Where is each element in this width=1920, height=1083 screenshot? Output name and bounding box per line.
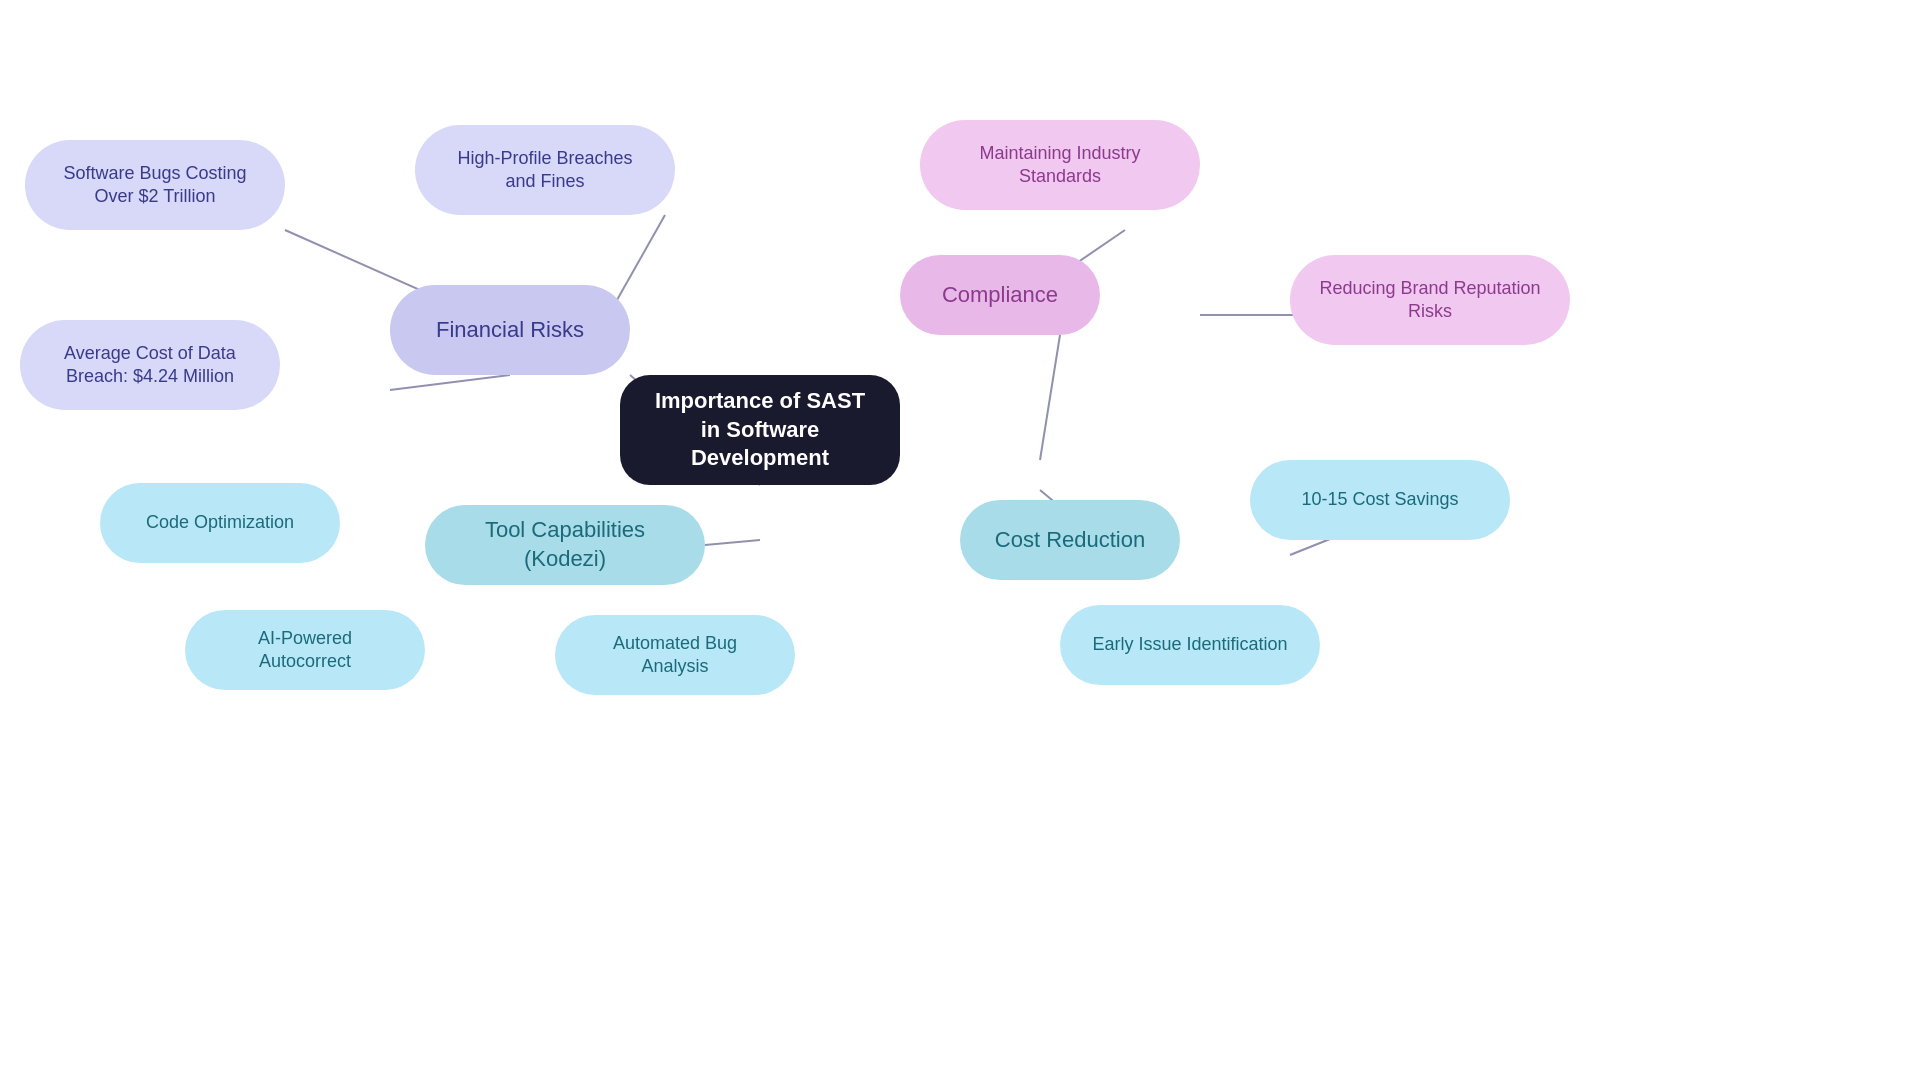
early-issue-node: Early Issue Identification — [1060, 605, 1320, 685]
maintaining-label: Maintaining Industry Standards — [948, 142, 1172, 189]
financial-label: Financial Risks — [436, 316, 584, 345]
cost-reduction-label: Cost Reduction — [995, 526, 1145, 555]
cost-reduction-node: Cost Reduction — [960, 500, 1180, 580]
code-optimization-node: Code Optimization — [100, 483, 340, 563]
center-node: Importance of SAST in Software Developme… — [620, 375, 900, 485]
avg-cost-node: Average Cost of Data Breach: $4.24 Milli… — [20, 320, 280, 410]
auto-bug-node: Automated Bug Analysis — [555, 615, 795, 695]
avg-cost-label: Average Cost of Data Breach: $4.24 Milli… — [48, 342, 252, 389]
brand-reputation-node: Reducing Brand Reputation Risks — [1290, 255, 1570, 345]
auto-bug-label: Automated Bug Analysis — [583, 632, 767, 679]
svg-line-4 — [1040, 335, 1060, 460]
tool-capabilities-node: Tool Capabilities (Kodezi) — [425, 505, 705, 585]
ai-autocorrect-node: AI-Powered Autocorrect — [185, 610, 425, 690]
brand-rep-label: Reducing Brand Reputation Risks — [1318, 277, 1542, 324]
cost-savings-node: 10-15 Cost Savings — [1250, 460, 1510, 540]
software-bugs-label: Software Bugs Costing Over $2 Trillion — [53, 162, 257, 209]
early-issue-label: Early Issue Identification — [1092, 633, 1287, 656]
ai-label: AI-Powered Autocorrect — [213, 627, 397, 674]
high-profile-node: High-Profile Breaches and Fines — [415, 125, 675, 215]
compliance-label: Compliance — [942, 281, 1058, 310]
code-opt-label: Code Optimization — [146, 511, 294, 534]
maintaining-standards-node: Maintaining Industry Standards — [920, 120, 1200, 210]
tool-label: Tool Capabilities (Kodezi) — [453, 516, 677, 573]
cost-savings-label: 10-15 Cost Savings — [1301, 488, 1458, 511]
svg-line-3 — [390, 375, 510, 390]
high-profile-label: High-Profile Breaches and Fines — [443, 147, 647, 194]
compliance-node: Compliance — [900, 255, 1100, 335]
center-label: Importance of SAST in Software Developme… — [648, 387, 872, 473]
software-bugs-node: Software Bugs Costing Over $2 Trillion — [25, 140, 285, 230]
svg-line-10 — [705, 540, 760, 545]
financial-risks-node: Financial Risks — [390, 285, 630, 375]
